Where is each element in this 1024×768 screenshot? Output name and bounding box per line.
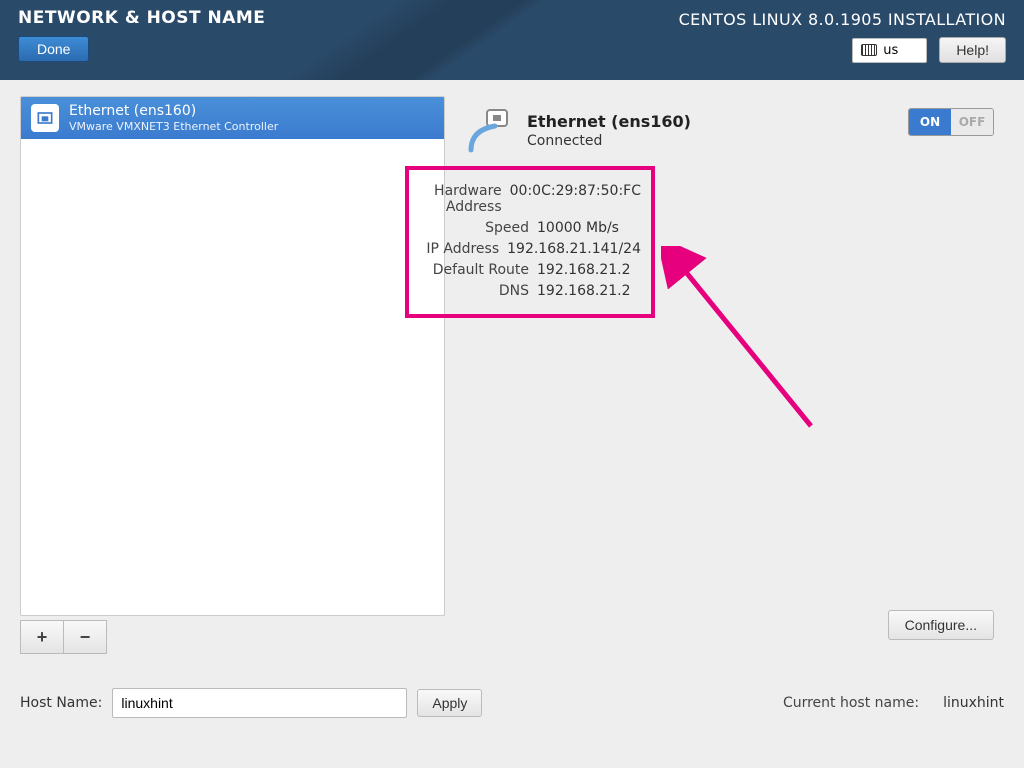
add-nic-button[interactable]: + (20, 620, 64, 654)
detail-ip-value: 192.168.21.141/24 (507, 241, 641, 257)
highlight-box: Hardware Address 00:0C:29:87:50:FC Speed… (405, 166, 655, 318)
nic-name: Ethernet (ens160) (69, 103, 278, 120)
apply-button[interactable]: Apply (417, 689, 482, 717)
toggle-on-label: ON (909, 109, 951, 135)
nic-list-item[interactable]: Ethernet (ens160) VMware VMXNET3 Etherne… (21, 97, 444, 139)
detail-row-speed: Speed 10000 Mb/s (419, 220, 641, 236)
current-host-value: linuxhint (943, 695, 1004, 711)
ethernet-large-icon (465, 106, 513, 154)
done-button[interactable]: Done (18, 36, 89, 62)
detail-row-dns: DNS 192.168.21.2 (419, 283, 641, 299)
annotation-arrow-icon (661, 246, 821, 446)
detail-speed-label: Speed (419, 220, 529, 236)
detail-speed-value: 10000 Mb/s (537, 220, 641, 236)
connection-toggle[interactable]: ON OFF (908, 108, 994, 136)
header-bar: NETWORK & HOST NAME Done CENTOS LINUX 8.… (0, 0, 1024, 80)
detail-row-hw: Hardware Address 00:0C:29:87:50:FC (419, 183, 641, 215)
current-host-label: Current host name: (783, 695, 919, 711)
detail-hw-value: 00:0C:29:87:50:FC (510, 183, 641, 215)
detail-ip-label: IP Address (419, 241, 499, 257)
detail-dns-label: DNS (419, 283, 529, 299)
detail-hw-label: Hardware Address (419, 183, 502, 215)
detail-status: Connected (527, 133, 691, 149)
detail-route-value: 192.168.21.2 (537, 262, 641, 278)
toggle-off-label: OFF (951, 109, 993, 135)
detail-route-label: Default Route (419, 262, 529, 278)
header-right: CENTOS LINUX 8.0.1905 INSTALLATION us He… (679, 10, 1006, 63)
keyboard-layout-selector[interactable]: us (852, 38, 927, 63)
install-title: CENTOS LINUX 8.0.1905 INSTALLATION (679, 10, 1006, 29)
help-button[interactable]: Help! (939, 37, 1006, 63)
keyboard-icon (861, 44, 877, 56)
nic-list[interactable]: Ethernet (ens160) VMware VMXNET3 Etherne… (20, 96, 445, 616)
detail-title: Ethernet (ens160) (527, 112, 691, 131)
ethernet-icon (31, 104, 59, 132)
detail-dns-value: 192.168.21.2 (537, 283, 641, 299)
detail-row-ip: IP Address 192.168.21.141/24 (419, 241, 641, 257)
hostname-label: Host Name: (20, 695, 102, 711)
detail-row-route: Default Route 192.168.21.2 (419, 262, 641, 278)
remove-nic-button[interactable]: − (63, 620, 107, 654)
hostname-input[interactable] (112, 688, 407, 718)
nic-subtitle: VMware VMXNET3 Ethernet Controller (69, 120, 278, 133)
configure-button[interactable]: Configure... (888, 610, 994, 640)
keyboard-layout-label: us (883, 43, 898, 58)
